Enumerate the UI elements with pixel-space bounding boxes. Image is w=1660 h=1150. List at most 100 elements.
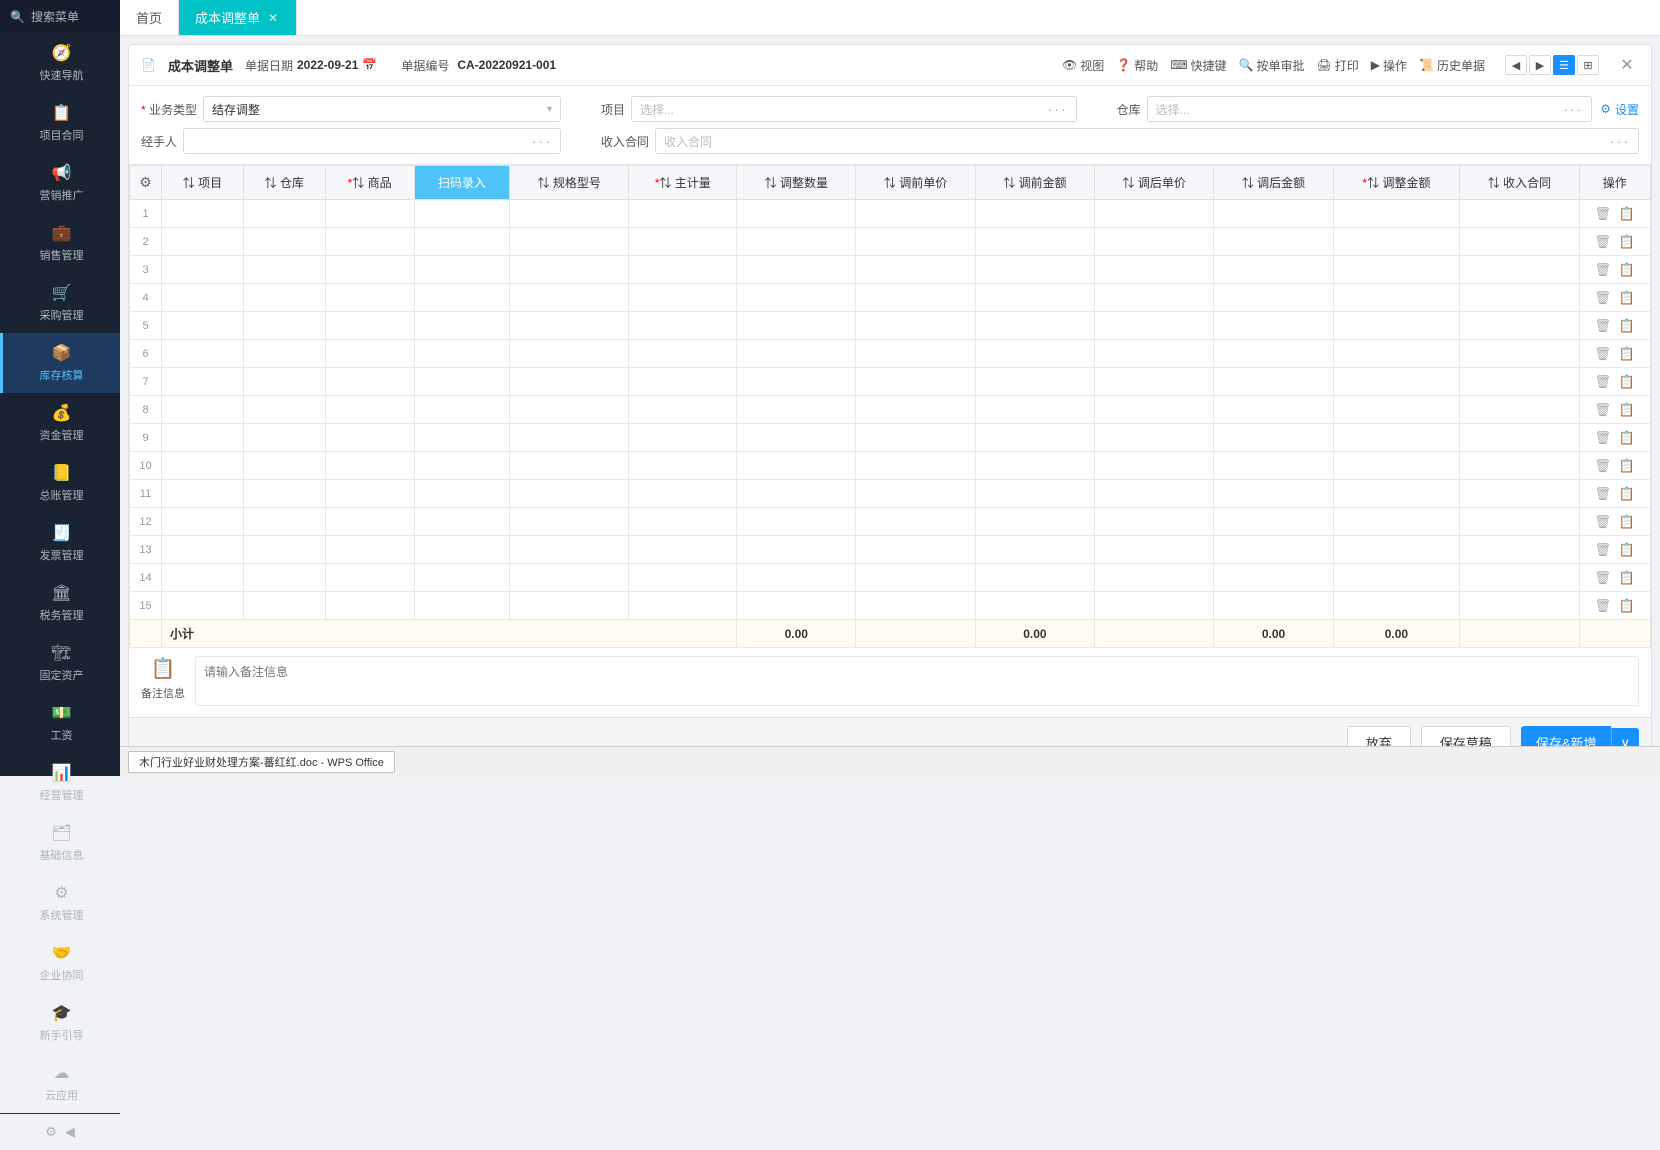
cell-2-12[interactable] bbox=[1460, 228, 1579, 256]
sidebar-item-purchase-mgmt[interactable]: 🛒 采购管理 bbox=[0, 273, 120, 333]
wps-item[interactable]: 木门行业好业财处理方案-蕃红红.doc - WPS Office bbox=[128, 751, 395, 773]
action-print[interactable]: 🖨 打印 bbox=[1317, 57, 1359, 74]
cell-3-4[interactable] bbox=[510, 256, 629, 284]
cell-9-8[interactable] bbox=[975, 424, 1094, 452]
cell-15-7[interactable] bbox=[856, 592, 975, 620]
cell-11-8[interactable] bbox=[975, 480, 1094, 508]
cell-15-9[interactable] bbox=[1095, 592, 1214, 620]
cell-3-0[interactable] bbox=[162, 256, 244, 284]
cell-13-11[interactable] bbox=[1333, 536, 1460, 564]
cell-11-1[interactable] bbox=[243, 480, 325, 508]
cell-4-8[interactable] bbox=[975, 284, 1094, 312]
cell-15-5[interactable] bbox=[629, 592, 737, 620]
cell-3-3[interactable] bbox=[414, 256, 509, 284]
cell-7-10[interactable] bbox=[1214, 368, 1333, 396]
cell-11-4[interactable] bbox=[510, 480, 629, 508]
cell-4-9[interactable] bbox=[1095, 284, 1214, 312]
sidebar-item-finance[interactable]: 💰 资金管理 bbox=[0, 393, 120, 453]
copy-row-9-btn[interactable]: 📋 bbox=[1617, 428, 1637, 448]
sidebar-item-new-guide[interactable]: 🎓 新手引导 bbox=[0, 993, 120, 1053]
cell-7-12[interactable] bbox=[1460, 368, 1579, 396]
cell-13-2[interactable] bbox=[325, 536, 414, 564]
cell-4-6[interactable] bbox=[737, 284, 856, 312]
warehouse-input[interactable]: 选择... ··· bbox=[1147, 96, 1593, 122]
cell-10-2[interactable] bbox=[325, 452, 414, 480]
cell-3-10[interactable] bbox=[1214, 256, 1333, 284]
cell-3-8[interactable] bbox=[975, 256, 1094, 284]
notes-input[interactable] bbox=[195, 656, 1639, 706]
cell-8-4[interactable] bbox=[510, 396, 629, 424]
cell-13-9[interactable] bbox=[1095, 536, 1214, 564]
cell-15-10[interactable] bbox=[1214, 592, 1333, 620]
cell-14-2[interactable] bbox=[325, 564, 414, 592]
cell-11-11[interactable] bbox=[1333, 480, 1460, 508]
cell-15-1[interactable] bbox=[243, 592, 325, 620]
cell-3-6[interactable] bbox=[737, 256, 856, 284]
sidebar-item-basic-info[interactable]: 🗂 基础信息 bbox=[0, 813, 120, 873]
tab-close-icon[interactable]: ✕ bbox=[266, 9, 280, 27]
project-input[interactable]: 选择... ··· bbox=[631, 96, 1077, 122]
cell-10-6[interactable] bbox=[737, 452, 856, 480]
cell-9-5[interactable] bbox=[629, 424, 737, 452]
cell-7-6[interactable] bbox=[737, 368, 856, 396]
cell-4-3[interactable] bbox=[414, 284, 509, 312]
cell-14-0[interactable] bbox=[162, 564, 244, 592]
cell-2-1[interactable] bbox=[243, 228, 325, 256]
cell-1-11[interactable] bbox=[1333, 200, 1460, 228]
cell-1-9[interactable] bbox=[1095, 200, 1214, 228]
cell-3-5[interactable] bbox=[629, 256, 737, 284]
col-income-contract-sort[interactable]: ⇅ bbox=[1488, 176, 1500, 190]
col-settings[interactable]: ⚙ bbox=[130, 166, 162, 200]
cell-14-1[interactable] bbox=[243, 564, 325, 592]
delete-row-11-btn[interactable]: 🗑 bbox=[1592, 484, 1613, 504]
delete-row-4-btn[interactable]: 🗑 bbox=[1592, 288, 1613, 308]
cell-13-8[interactable] bbox=[975, 536, 1094, 564]
delete-row-2-btn[interactable]: 🗑 bbox=[1592, 232, 1613, 252]
cell-7-4[interactable] bbox=[510, 368, 629, 396]
col-before-amount-sort[interactable]: ⇅ bbox=[1003, 176, 1015, 190]
col-settings-icon[interactable]: ⚙ bbox=[139, 174, 152, 190]
cell-2-11[interactable] bbox=[1333, 228, 1460, 256]
cell-6-3[interactable] bbox=[414, 340, 509, 368]
cell-9-10[interactable] bbox=[1214, 424, 1333, 452]
col-spec-sort[interactable]: ⇅ bbox=[537, 176, 549, 190]
action-review[interactable]: 🔍 按单审批 bbox=[1239, 57, 1305, 74]
cell-4-0[interactable] bbox=[162, 284, 244, 312]
cell-2-7[interactable] bbox=[856, 228, 975, 256]
cell-14-3[interactable] bbox=[414, 564, 509, 592]
action-view[interactable]: 👁 视图 bbox=[1062, 57, 1104, 74]
cell-12-12[interactable] bbox=[1460, 508, 1579, 536]
cell-14-9[interactable] bbox=[1095, 564, 1214, 592]
tab-cost-adjust[interactable]: 成本调整单 ✕ bbox=[179, 0, 297, 35]
cell-4-11[interactable] bbox=[1333, 284, 1460, 312]
cell-6-9[interactable] bbox=[1095, 340, 1214, 368]
copy-row-7-btn[interactable]: 📋 bbox=[1617, 372, 1637, 392]
sidebar-item-invoice[interactable]: 🧾 发票管理 bbox=[0, 513, 120, 573]
cell-15-11[interactable] bbox=[1333, 592, 1460, 620]
handler-input[interactable]: ··· bbox=[183, 128, 561, 154]
cell-8-12[interactable] bbox=[1460, 396, 1579, 424]
cell-14-12[interactable] bbox=[1460, 564, 1579, 592]
cell-5-9[interactable] bbox=[1095, 312, 1214, 340]
sidebar-item-enterprise[interactable]: 🤝 企业协同 bbox=[0, 933, 120, 993]
cell-8-2[interactable] bbox=[325, 396, 414, 424]
copy-row-5-btn[interactable]: 📋 bbox=[1617, 316, 1637, 336]
cell-15-12[interactable] bbox=[1460, 592, 1579, 620]
tab-home[interactable]: 首页 bbox=[120, 0, 179, 35]
cell-8-6[interactable] bbox=[737, 396, 856, 424]
copy-row-13-btn[interactable]: 📋 bbox=[1617, 540, 1637, 560]
cell-8-7[interactable] bbox=[856, 396, 975, 424]
cell-5-12[interactable] bbox=[1460, 312, 1579, 340]
cell-12-3[interactable] bbox=[414, 508, 509, 536]
cell-4-12[interactable] bbox=[1460, 284, 1579, 312]
cell-3-2[interactable] bbox=[325, 256, 414, 284]
view-list-btn[interactable]: ☰ bbox=[1553, 55, 1575, 75]
action-help[interactable]: ❓ 帮助 bbox=[1116, 57, 1158, 74]
delete-row-6-btn[interactable]: 🗑 bbox=[1592, 344, 1613, 364]
cell-15-8[interactable] bbox=[975, 592, 1094, 620]
cell-11-5[interactable] bbox=[629, 480, 737, 508]
copy-row-8-btn[interactable]: 📋 bbox=[1617, 400, 1637, 420]
cell-9-2[interactable] bbox=[325, 424, 414, 452]
col-warehouse-sort[interactable]: ⇅ bbox=[265, 176, 277, 190]
cell-5-11[interactable] bbox=[1333, 312, 1460, 340]
